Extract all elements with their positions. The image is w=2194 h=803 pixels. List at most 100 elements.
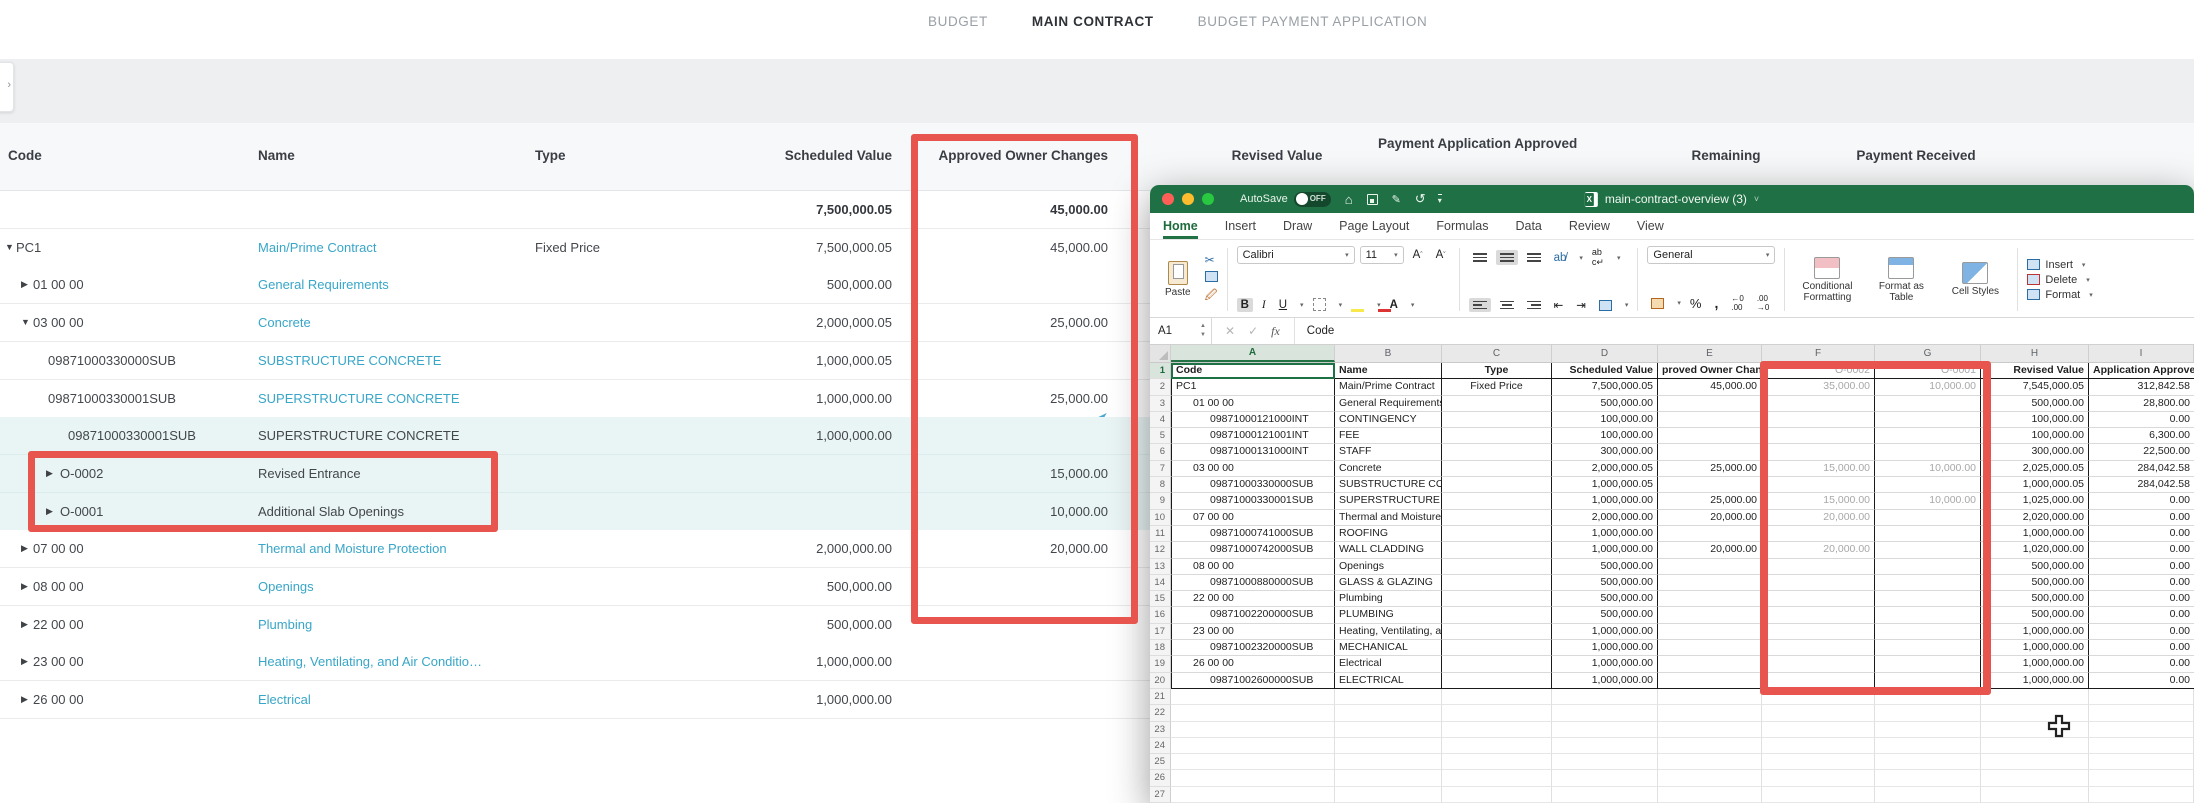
ribbon-tab-view[interactable]: View	[1637, 219, 1664, 239]
ribbon-tab-page-layout[interactable]: Page Layout	[1339, 219, 1409, 239]
expand-caret-icon[interactable]: ▶	[21, 619, 28, 630]
cell-A12[interactable]: 09871000742000SUB	[1171, 542, 1335, 559]
cell-B21[interactable]	[1335, 688, 1442, 706]
row-header-14[interactable]: 14	[1150, 574, 1171, 592]
cell-F1[interactable]: O-0002	[1762, 363, 1875, 380]
fill-color-button[interactable]	[1347, 296, 1368, 313]
cell-A6[interactable]: 09871000131000INT	[1171, 444, 1335, 461]
cell-E8[interactable]	[1658, 477, 1762, 494]
close-window-button[interactable]	[1162, 193, 1174, 205]
cell-I21[interactable]	[2089, 688, 2194, 706]
collapsed-panel-toggle[interactable]: ›	[0, 62, 14, 112]
column-header-type[interactable]: Type	[535, 148, 566, 163]
cell-C8[interactable]	[1442, 477, 1552, 494]
increase-indent-icon[interactable]: ⇥	[1572, 297, 1590, 313]
cell-H19[interactable]: 1,000,000.00	[1981, 656, 2089, 673]
conditional-formatting-button[interactable]: Conditional Formatting	[1794, 256, 1860, 303]
row-name-link[interactable]: Main/Prime Contract	[258, 240, 376, 255]
cell-D18[interactable]: 1,000,000.00	[1552, 640, 1658, 657]
cell-F9[interactable]: 15,000.00	[1762, 493, 1875, 510]
cell-B5[interactable]: FEE	[1335, 428, 1442, 445]
row-header-5[interactable]: 5	[1150, 428, 1171, 445]
cell-G3[interactable]	[1875, 395, 1981, 412]
cell-H5[interactable]: 100,000.00	[1981, 428, 2089, 445]
cell-C22[interactable]	[1442, 705, 1552, 722]
enter-icon[interactable]: ✓	[1248, 324, 1258, 338]
cell-B14[interactable]: GLASS & GLAZING	[1335, 574, 1442, 592]
comma-icon[interactable]: ,	[1710, 294, 1722, 312]
row-header-24[interactable]: 24	[1150, 737, 1171, 755]
expand-caret-icon[interactable]: ▶	[21, 543, 28, 554]
cell-H17[interactable]: 1,000,000.00	[1981, 623, 2089, 641]
font-color-button[interactable]: A	[1377, 298, 1402, 312]
cell-H13[interactable]: 500,000.00	[1981, 558, 2089, 575]
cell-F3[interactable]	[1762, 395, 1875, 412]
row-name-link[interactable]: SUPERSTRUCTURE CONCRETE	[258, 391, 460, 406]
nav-tab-budget-payment-application[interactable]: BUDGET PAYMENT APPLICATION	[1198, 14, 1428, 29]
cell-F17[interactable]	[1762, 623, 1875, 641]
cell-D14[interactable]: 500,000.00	[1552, 574, 1658, 592]
expand-caret-icon[interactable]: ▶	[21, 581, 28, 592]
cell-H8[interactable]: 1,000,000.05	[1981, 477, 2089, 494]
cell-G23[interactable]	[1875, 721, 1981, 738]
cell-D17[interactable]: 1,000,000.00	[1552, 623, 1658, 641]
cell-B27[interactable]	[1335, 786, 1442, 803]
bold-button[interactable]: B	[1236, 297, 1253, 312]
save-icon[interactable]	[1366, 193, 1378, 205]
cell-B4[interactable]: CONTINGENCY	[1335, 411, 1442, 429]
cell-I5[interactable]: 6,300.00	[2089, 428, 2194, 445]
align-top-icon[interactable]	[1469, 250, 1491, 265]
cell-I10[interactable]: 0.00	[2089, 510, 2194, 526]
format-painter-icon[interactable]: 🖉	[1205, 286, 1218, 307]
cell-G27[interactable]	[1875, 786, 1981, 803]
cell-A2[interactable]: PC1	[1171, 379, 1335, 396]
cell-G11[interactable]	[1875, 525, 1981, 543]
zoom-window-button[interactable]	[1202, 193, 1214, 205]
cell-D19[interactable]: 1,000,000.00	[1552, 656, 1658, 673]
cell-A5[interactable]: 09871000121001INT	[1171, 428, 1335, 445]
cell-D20[interactable]: 1,000,000.00	[1552, 672, 1658, 689]
name-box[interactable]: A1 ▲ ▼	[1150, 318, 1212, 344]
column-header-name[interactable]: Name	[258, 148, 295, 163]
cell-D25[interactable]	[1552, 754, 1658, 771]
cell-C15[interactable]	[1442, 591, 1552, 608]
cell-D4[interactable]: 100,000.00	[1552, 411, 1658, 429]
cell-C25[interactable]	[1442, 754, 1552, 771]
column-header-remaining[interactable]: Remaining	[1646, 148, 1806, 163]
cell-C19[interactable]	[1442, 656, 1552, 673]
ribbon-tab-review[interactable]: Review	[1569, 219, 1610, 239]
cell-C7[interactable]	[1442, 460, 1552, 478]
cell-E4[interactable]	[1658, 411, 1762, 429]
cell-E14[interactable]	[1658, 574, 1762, 592]
cell-C12[interactable]	[1442, 542, 1552, 559]
cell-H18[interactable]: 1,000,000.00	[1981, 640, 2089, 657]
cell-I7[interactable]: 284,042.58	[2089, 461, 2194, 478]
cell-I8[interactable]: 284,042.58	[2089, 477, 2194, 494]
cell-B3[interactable]: General Requirements	[1335, 395, 1442, 412]
cell-B7[interactable]: Concrete	[1335, 460, 1442, 478]
row-header-23[interactable]: 23	[1150, 721, 1171, 738]
cell-G24[interactable]	[1875, 737, 1981, 755]
row-header-8[interactable]: 8	[1150, 477, 1171, 494]
cell-A23[interactable]	[1171, 721, 1335, 738]
cell-E27[interactable]	[1658, 786, 1762, 803]
edit-icon[interactable]: ✎	[1392, 193, 1401, 206]
cell-I1[interactable]: Application Approved	[2089, 363, 2194, 380]
cell-A21[interactable]	[1171, 688, 1335, 706]
cell-C24[interactable]	[1442, 737, 1552, 755]
name-box-spinner[interactable]: ▲ ▼	[1200, 322, 1206, 340]
cell-F4[interactable]	[1762, 411, 1875, 429]
cancel-icon[interactable]: ✕	[1225, 324, 1235, 338]
cell-H12[interactable]: 1,020,000.00	[1981, 542, 2089, 559]
cell-G5[interactable]	[1875, 428, 1981, 445]
cell-I9[interactable]: 0.00	[2089, 493, 2194, 510]
cell-G12[interactable]	[1875, 542, 1981, 559]
cell-C10[interactable]	[1442, 509, 1552, 526]
cell-G20[interactable]	[1875, 672, 1981, 689]
autosave-control[interactable]: AutoSave OFF	[1240, 191, 1331, 207]
cell-F20[interactable]	[1762, 672, 1875, 689]
cell-C1[interactable]: Type	[1442, 363, 1552, 380]
column-header-B[interactable]: B	[1335, 345, 1442, 362]
cell-I27[interactable]	[2089, 786, 2194, 803]
cell-F27[interactable]	[1762, 786, 1875, 803]
